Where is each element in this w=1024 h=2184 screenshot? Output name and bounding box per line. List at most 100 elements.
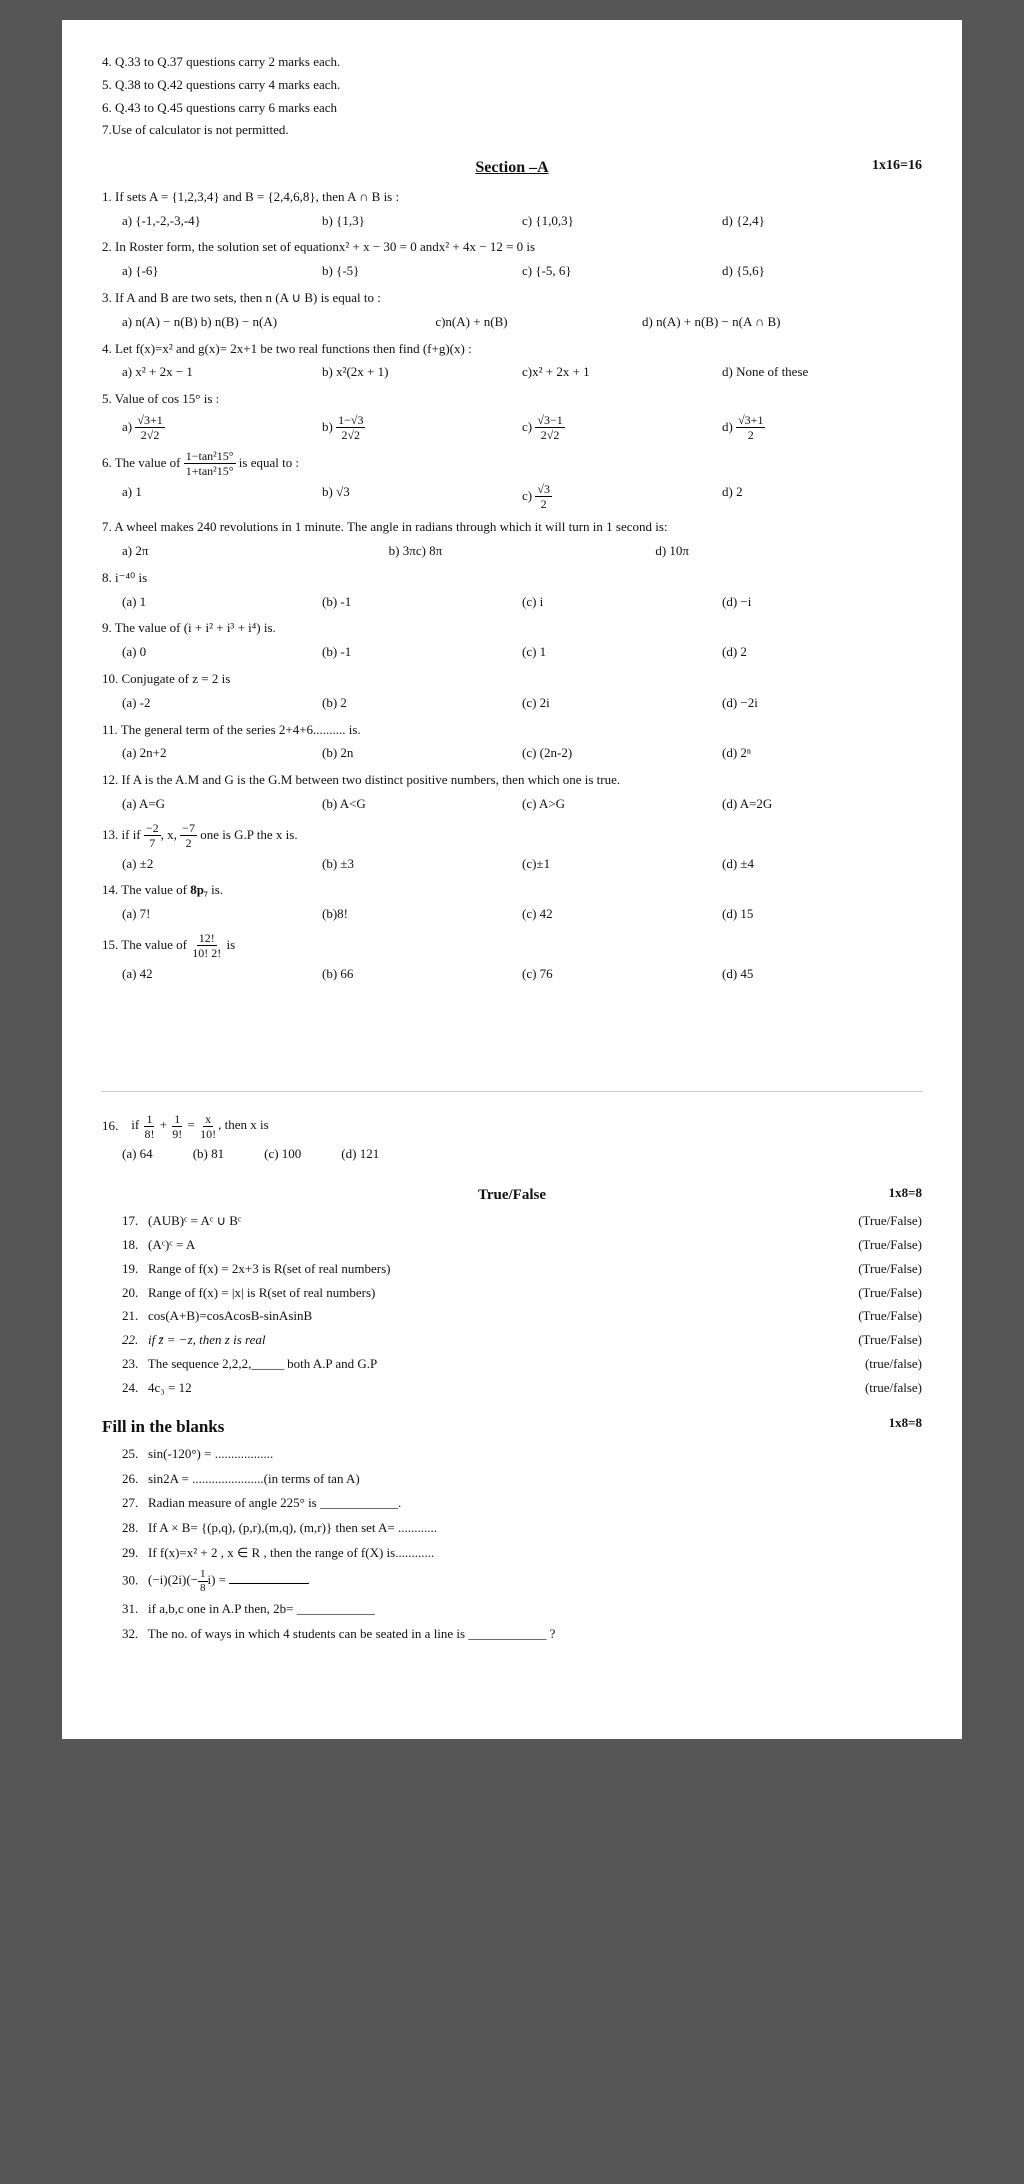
- q13-opt-b: (b) ±3: [322, 854, 522, 875]
- q4-opt-d: d) None of these: [722, 362, 922, 383]
- fb-27-text: Radian measure of angle 225° is ________…: [148, 1495, 401, 1510]
- q3-opt-ab: a) n(A) − n(B) b) n(B) − n(A): [122, 312, 435, 333]
- q6-options: a) 1 b) √3 c) √32 d) 2: [102, 482, 922, 512]
- q5-opt-d: d) √3+12: [722, 413, 922, 443]
- tf-item-23: 23. The sequence 2,2,2,_____ both A.P an…: [102, 1354, 922, 1375]
- q16-opt-c: (c) 100: [264, 1144, 301, 1165]
- q1-opt-c: c) {1,0,3}: [522, 211, 722, 232]
- q7-text: A wheel makes 240 revolutions in 1 minut…: [114, 519, 667, 534]
- q14-opt-a: (a) 7!: [122, 904, 322, 925]
- q5-opt-b: b) 1−√32√2: [322, 413, 522, 443]
- q12-options: (a) A=G (b) A<G (c) A>G (d) A=2G: [102, 794, 922, 815]
- question-2: 2. In Roster form, the solution set of e…: [102, 237, 922, 282]
- q6-opt-d: d) 2: [722, 482, 922, 512]
- fill-blanks-section: 25. sin(-120°) = .................. 26. …: [102, 1444, 922, 1645]
- q7-opt-d: d) 10π: [655, 541, 922, 562]
- q14-opt-c: (c) 42: [522, 904, 722, 925]
- q10-opt-c: (c) 2i: [522, 693, 722, 714]
- q16-options: (a) 64 (b) 81 (c) 100 (d) 121: [102, 1144, 922, 1165]
- tf-24-answer: (true/false): [822, 1378, 922, 1399]
- tf-23-answer: (true/false): [822, 1354, 922, 1375]
- instruction-5: 5. Q.38 to Q.42 questions carry 4 marks …: [102, 75, 922, 96]
- fb-item-32: 32. The no. of ways in which 4 students …: [102, 1624, 922, 1645]
- q1-opt-a: a) {-1,-2,-3,-4}: [122, 211, 322, 232]
- question-10: 10. Conjugate of z = 2 is (a) -2 (b) 2 (…: [102, 669, 922, 714]
- tf-24-text: 24. 4c₃ = 12: [122, 1378, 822, 1399]
- q2-opt-b: b) {-5}: [322, 261, 522, 282]
- true-false-header: True/False 1x8=8: [102, 1183, 922, 1207]
- q13-opt-c: (c)±1: [522, 854, 722, 875]
- question-1: 1. If sets A = {1,2,3,4} and B = {2,4,6,…: [102, 187, 922, 232]
- question-16: 16. if 18! + 19! = x10!, then x is (a) 6…: [102, 1112, 922, 1166]
- question-4: 4. Let f(x)=x² and g(x)= 2x+1 be two rea…: [102, 339, 922, 384]
- fb-item-28: 28. If A × B= {(p,q), (p,r),(m,q), (m,r)…: [102, 1518, 922, 1539]
- q14-opt-d: (d) 15: [722, 904, 922, 925]
- section-a-marks: 1x16=16: [872, 155, 922, 177]
- q8-opt-a: (a) 1: [122, 592, 322, 613]
- q11-opt-c: (c) (2n-2): [522, 743, 722, 764]
- q13-opt-a: (a) ±2: [122, 854, 322, 875]
- q15-opt-a: (a) 42: [122, 964, 322, 985]
- q11-num: 11.: [102, 722, 121, 737]
- tf-17-text: 17. (AUB)ᶜ = Aᶜ ∪ Bᶜ: [122, 1211, 822, 1232]
- tf-18-text: 18. (Aᶜ)ᶜ = A: [122, 1235, 822, 1256]
- q5-opt-a: a) √3+12√2: [122, 413, 322, 443]
- fill-blanks-marks: 1x8=8: [889, 1413, 922, 1434]
- fb-28-num: 28.: [122, 1520, 145, 1535]
- q2-options: a) {-6} b) {-5} c) {-5, 6} d) {5,6}: [102, 261, 922, 282]
- fb-30-num: 30.: [122, 1572, 145, 1587]
- q2-opt-c: c) {-5, 6}: [522, 261, 722, 282]
- instruction-7: 7.Use of calculator is not permitted.: [102, 120, 922, 141]
- q4-num: 4.: [102, 341, 115, 356]
- tf-22-text: 22. if z̄ = −z, then z is real: [122, 1330, 822, 1351]
- q8-opt-b: (b) -1: [322, 592, 522, 613]
- q13-num: 13.: [102, 827, 122, 842]
- q5-num: 5.: [102, 391, 115, 406]
- tf-21-text: 21. cos(A+B)=cosAcosB-sinAsinB: [122, 1306, 822, 1327]
- q6-opt-b: b) √3: [322, 482, 522, 512]
- fb-29-text: If f(x)=x² + 2 , x ∈ R , then the range …: [148, 1545, 434, 1560]
- fb-item-29: 29. If f(x)=x² + 2 , x ∈ R , then the ra…: [102, 1543, 922, 1564]
- fb-27-num: 27.: [122, 1495, 145, 1510]
- fb-item-30: 30. (−i)(2i)(−18i) =: [102, 1568, 922, 1595]
- q4-text: Let f(x)=x² and g(x)= 2x+1 be two real f…: [115, 341, 472, 356]
- q4-opt-a: a) x² + 2x − 1: [122, 362, 322, 383]
- blank-space: [102, 991, 922, 1071]
- bottom-space: [102, 1649, 922, 1709]
- q12-num: 12.: [102, 772, 122, 787]
- fb-25-text: sin(-120°) = ..................: [148, 1446, 273, 1461]
- question-8: 8. i⁻⁴⁰ is (a) 1 (b) -1 (c) i (d) −i: [102, 568, 922, 613]
- q16-opt-a: (a) 64: [122, 1144, 153, 1165]
- q6-text: The value of 1−tan²15°1+tan²15° is equal…: [115, 455, 299, 470]
- q3-opt-d: d) n(A) + n(B) − n(A ∩ B): [642, 312, 922, 333]
- tf-item-17: 17. (AUB)ᶜ = Aᶜ ∪ Bᶜ (True/False): [102, 1211, 922, 1232]
- q9-opt-c: (c) 1: [522, 642, 722, 663]
- q5-opt-c: c) √3−12√2: [522, 413, 722, 443]
- q2-opt-a: a) {-6}: [122, 261, 322, 282]
- tf-22-answer: (True/False): [822, 1330, 922, 1351]
- q8-opt-d: (d) −i: [722, 592, 922, 613]
- fb-32-text: The no. of ways in which 4 students can …: [148, 1626, 556, 1641]
- fb-26-text: sin2A = ......................(in terms …: [148, 1471, 360, 1486]
- q4-opt-c: c)x² + 2x + 1: [522, 362, 722, 383]
- instruction-6: 6. Q.43 to Q.45 questions carry 6 marks …: [102, 98, 922, 119]
- q16-opt-b: (b) 81: [193, 1144, 224, 1165]
- tf-item-21: 21. cos(A+B)=cosAcosB-sinAsinB (True/Fal…: [102, 1306, 922, 1327]
- q7-opt-b: b) 3πc) 8π: [389, 541, 656, 562]
- q12-opt-c: (c) A>G: [522, 794, 722, 815]
- tf-20-answer: (True/False): [822, 1283, 922, 1304]
- fb-25-num: 25.: [122, 1446, 145, 1461]
- q8-options: (a) 1 (b) -1 (c) i (d) −i: [102, 592, 922, 613]
- q16-opt-d: (d) 121: [341, 1144, 379, 1165]
- section-a-header: Section –A 1x16=16: [102, 155, 922, 181]
- q4-opt-b: b) x²(2x + 1): [322, 362, 522, 383]
- q3-text: If A and B are two sets, then n (A ∪ B) …: [115, 290, 381, 305]
- fb-item-31: 31. if a,b,c one in A.P then, 2b= ______…: [102, 1599, 922, 1620]
- q14-opt-b: (b)8!: [322, 904, 522, 925]
- q7-opt-a: a) 2π: [122, 541, 389, 562]
- q11-opt-a: (a) 2n+2: [122, 743, 322, 764]
- q1-opt-d: d) {2,4}: [722, 211, 922, 232]
- q15-num: 15.: [102, 937, 121, 952]
- question-11: 11. The general term of the series 2+4+6…: [102, 720, 922, 765]
- q13-opt-d: (d) ±4: [722, 854, 922, 875]
